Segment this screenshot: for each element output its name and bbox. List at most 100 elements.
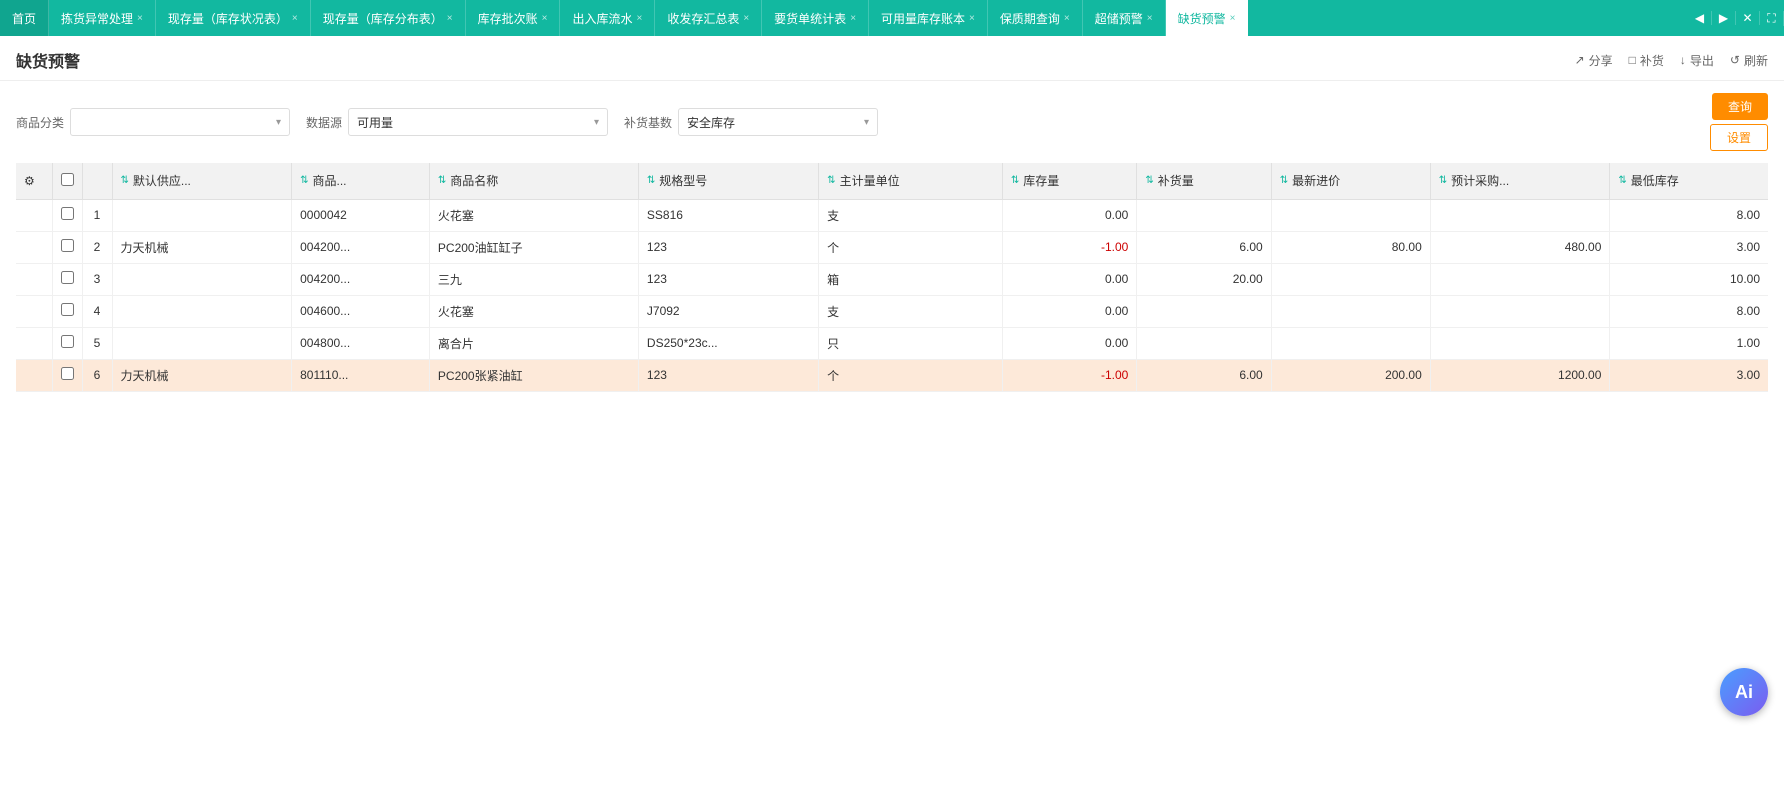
row-gear-cell xyxy=(16,359,52,391)
query-button[interactable]: 查询 xyxy=(1712,93,1768,120)
th-unit[interactable]: ⇅ 主计量单位 xyxy=(819,163,1003,199)
row-checkbox-cell[interactable] xyxy=(52,295,82,327)
tab-exception[interactable]: 拣货异常处理 × xyxy=(49,0,156,36)
row-spec: DS250*23c... xyxy=(638,327,818,359)
category-filter: 商品分类 ▾ xyxy=(16,108,290,136)
close-icon[interactable]: × xyxy=(969,13,975,24)
close-icon[interactable]: × xyxy=(743,13,749,24)
row-spec: 123 xyxy=(638,231,818,263)
th-replenish-qty[interactable]: ⇅ 补货量 xyxy=(1137,163,1271,199)
row-gear-cell xyxy=(16,263,52,295)
tab-fullscreen-button[interactable]: ⛶ xyxy=(1760,11,1784,26)
sort-icon: ⇅ xyxy=(300,175,308,186)
tab-expiry[interactable]: 保质期查询 × xyxy=(988,0,1083,36)
row-min-stock: 8.00 xyxy=(1610,295,1768,327)
close-icon[interactable]: × xyxy=(850,13,856,24)
th-checkbox[interactable] xyxy=(52,163,82,199)
row-checkbox-cell[interactable] xyxy=(52,263,82,295)
th-default-supplier[interactable]: ⇅ 默认供应... xyxy=(112,163,292,199)
row-product-name: 火花塞 xyxy=(429,295,638,327)
row-est-purchase: 1200.00 xyxy=(1430,359,1610,391)
tab-demand-stats[interactable]: 要货单统计表 × xyxy=(762,0,869,36)
row-num: 6 xyxy=(82,359,112,391)
row-unit: 只 xyxy=(819,327,1003,359)
row-est-purchase: 480.00 xyxy=(1430,231,1610,263)
row-replenish-qty xyxy=(1137,199,1271,231)
close-icon[interactable]: × xyxy=(542,13,548,24)
row-product-name: 火花塞 xyxy=(429,199,638,231)
tab-inout-flow[interactable]: 出入库流水 × xyxy=(560,0,655,36)
row-supplier xyxy=(112,263,292,295)
refresh-button[interactable]: ↺ 刷新 xyxy=(1730,52,1768,69)
row-unit: 箱 xyxy=(819,263,1003,295)
tab-inventory-dist[interactable]: 现存量（库存分布表） × xyxy=(311,0,466,36)
row-supplier xyxy=(112,327,292,359)
tab-next-button[interactable]: ▶ xyxy=(1712,11,1736,25)
select-all-checkbox[interactable] xyxy=(61,173,74,186)
filter-actions: 查询 设置 xyxy=(1710,93,1768,151)
replenish-button[interactable]: □ 补货 xyxy=(1629,52,1664,69)
tab-shortage[interactable]: 缺货预警 × xyxy=(1166,0,1249,36)
tab-batch[interactable]: 库存批次账 × xyxy=(466,0,561,36)
tab-inventory-status[interactable]: 现存量（库存状况表） × xyxy=(156,0,311,36)
close-icon[interactable]: × xyxy=(137,13,143,24)
export-button[interactable]: ↓ 导出 xyxy=(1680,52,1714,69)
table-row: 3 004200... 三九 123 箱 0.00 20.00 10.00 xyxy=(16,263,1768,295)
tab-overstock[interactable]: 超储预警 × xyxy=(1083,0,1166,36)
tab-collect-summary[interactable]: 收发存汇总表 × xyxy=(655,0,762,36)
replenish-base-label: 补货基数 xyxy=(624,114,672,131)
row-checkbox[interactable] xyxy=(61,367,74,380)
row-spec: J7092 xyxy=(638,295,818,327)
tab-available-ledger[interactable]: 可用量库存账本 × xyxy=(869,0,988,36)
row-replenish-qty: 6.00 xyxy=(1137,359,1271,391)
row-checkbox[interactable] xyxy=(61,303,74,316)
share-button[interactable]: ↗ 分享 xyxy=(1575,52,1613,69)
row-checkbox-cell[interactable] xyxy=(52,327,82,359)
th-latest-price[interactable]: ⇅ 最新进价 xyxy=(1271,163,1430,199)
th-product-name[interactable]: ⇅ 商品名称 xyxy=(429,163,638,199)
ai-assistant-button[interactable]: Ai xyxy=(1720,668,1768,716)
row-unit: 支 xyxy=(819,295,1003,327)
row-checkbox[interactable] xyxy=(61,271,74,284)
th-stock-qty[interactable]: ⇅ 库存量 xyxy=(1002,163,1136,199)
row-product-name: 离合片 xyxy=(429,327,638,359)
row-checkbox-cell[interactable] xyxy=(52,359,82,391)
row-est-purchase xyxy=(1430,327,1610,359)
table-container: ⚙ ⇅ 默认供应... ⇅ 商品... xyxy=(0,163,1784,392)
row-checkbox[interactable] xyxy=(61,207,74,220)
settings-button[interactable]: 设置 xyxy=(1710,124,1768,151)
close-icon[interactable]: × xyxy=(1147,13,1153,24)
tab-home[interactable]: 首页 xyxy=(0,0,49,36)
table-row: 1 0000042 火花塞 SS816 支 0.00 8.00 xyxy=(16,199,1768,231)
export-icon: ↓ xyxy=(1680,53,1686,67)
datasource-select[interactable]: 可用量 ▾ xyxy=(348,108,608,136)
tab-close-button[interactable]: ✕ xyxy=(1736,11,1760,25)
close-icon[interactable]: × xyxy=(1064,13,1070,24)
row-checkbox[interactable] xyxy=(61,335,74,348)
row-stock-qty: 0.00 xyxy=(1002,295,1136,327)
th-min-stock[interactable]: ⇅ 最低库存 xyxy=(1610,163,1768,199)
th-gear[interactable]: ⚙ xyxy=(16,163,52,199)
tab-prev-button[interactable]: ◀ xyxy=(1688,11,1712,25)
th-product-code[interactable]: ⇅ 商品... xyxy=(292,163,430,199)
row-min-stock: 3.00 xyxy=(1610,231,1768,263)
datasource-filter: 数据源 可用量 ▾ xyxy=(306,108,608,136)
th-rownum xyxy=(82,163,112,199)
row-product-code: 004200... xyxy=(292,263,430,295)
th-spec[interactable]: ⇅ 规格型号 xyxy=(638,163,818,199)
table-header-row: ⚙ ⇅ 默认供应... ⇅ 商品... xyxy=(16,163,1768,199)
row-product-name: PC200油缸缸子 xyxy=(429,231,638,263)
row-checkbox-cell[interactable] xyxy=(52,199,82,231)
th-est-purchase[interactable]: ⇅ 预计采购... xyxy=(1430,163,1610,199)
replenish-base-select[interactable]: 安全库存 ▾ xyxy=(678,108,878,136)
close-icon[interactable]: × xyxy=(1230,13,1236,24)
close-icon[interactable]: × xyxy=(447,13,453,24)
category-select[interactable]: ▾ xyxy=(70,108,290,136)
close-icon[interactable]: × xyxy=(636,13,642,24)
row-product-code: 004200... xyxy=(292,231,430,263)
close-icon[interactable]: × xyxy=(292,13,298,24)
row-unit: 支 xyxy=(819,199,1003,231)
chevron-down-icon: ▾ xyxy=(864,117,869,128)
row-checkbox-cell[interactable] xyxy=(52,231,82,263)
row-checkbox[interactable] xyxy=(61,239,74,252)
